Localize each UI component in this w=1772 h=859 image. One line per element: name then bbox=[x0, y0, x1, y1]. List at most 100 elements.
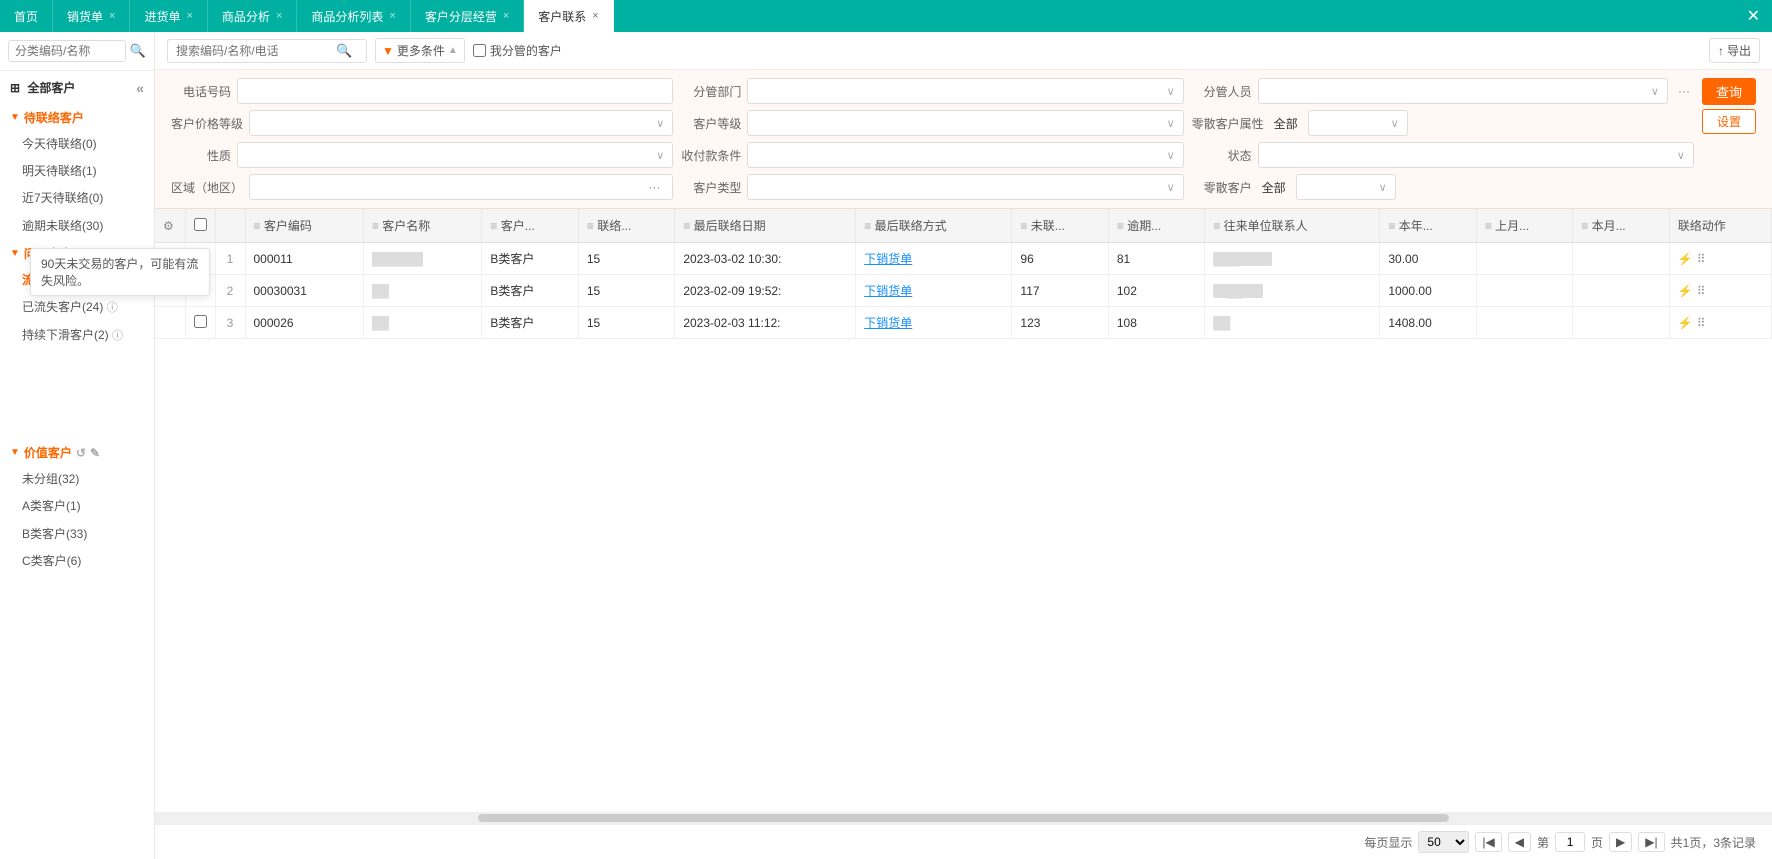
row-this-month bbox=[1573, 275, 1669, 307]
filter-customer-level-select[interactable]: ∨ bbox=[747, 110, 1183, 136]
last-page-button[interactable]: ▶| bbox=[1638, 832, 1664, 852]
window-close-button[interactable]: ✕ bbox=[1735, 6, 1772, 26]
my-customers-checkbox-label[interactable]: 我分管的客户 bbox=[473, 42, 562, 59]
row-last-month bbox=[1476, 275, 1572, 307]
tab-product-list[interactable]: 商品分析列表 × bbox=[297, 0, 410, 32]
contact-method-link[interactable]: 下销货单 bbox=[864, 284, 912, 298]
filter-row-3: 性质 ∨ 收付款条件 ∨ bbox=[171, 142, 1694, 168]
query-button[interactable]: 查询 bbox=[1702, 78, 1756, 105]
sidebar-item-7days[interactable]: 近7天待联络(0) bbox=[0, 185, 154, 212]
contact-method-link[interactable]: 下销货单 bbox=[864, 252, 912, 266]
sidebar-collapse-icon[interactable]: « bbox=[136, 80, 144, 96]
sidebar-item-c-class[interactable]: C类客户(6) bbox=[0, 548, 154, 575]
refresh-icon[interactable]: ↺ bbox=[76, 446, 86, 460]
tab-close-product-analysis[interactable]: × bbox=[276, 10, 282, 22]
sidebar-item-declining[interactable]: 持续下滑客户(2) ⓘ bbox=[0, 322, 154, 350]
contact-icon[interactable]: ⚡ bbox=[1678, 252, 1693, 266]
table-row: 1 000011 ██████ B类客户 15 2023-03-02 10:30… bbox=[155, 243, 1772, 275]
prev-page-button[interactable]: ◀ bbox=[1508, 832, 1531, 852]
contact-method-link[interactable]: 下销货单 bbox=[864, 316, 912, 330]
filter-manager-select[interactable]: ∨ bbox=[1258, 78, 1668, 104]
filter-scatter-attr-select[interactable]: ∨ bbox=[1308, 110, 1408, 136]
tab-customer-tier[interactable]: 客户分层经营 × bbox=[411, 0, 524, 32]
tab-close-customer-contact[interactable]: × bbox=[592, 10, 598, 22]
toolbar-search-input[interactable] bbox=[176, 44, 336, 58]
tab-close-product-list[interactable]: × bbox=[389, 10, 395, 22]
per-page-select[interactable]: 50 100 200 bbox=[1418, 831, 1469, 853]
filter-customer-level-label: 客户等级 bbox=[681, 115, 741, 132]
horizontal-scrollbar[interactable] bbox=[155, 812, 1772, 824]
sidebar-item-tomorrow[interactable]: 明天待联络(1) bbox=[0, 158, 154, 185]
row-last-contact-date: 2023-02-09 19:52: bbox=[675, 275, 856, 307]
row-last-contact-date: 2023-03-02 10:30: bbox=[675, 243, 856, 275]
sidebar-search-input[interactable] bbox=[8, 40, 126, 62]
filter-dept-select[interactable]: ∨ bbox=[747, 78, 1183, 104]
chevron-down-icon-8: ∨ bbox=[1677, 149, 1685, 162]
more-action-icon[interactable]: ⠿ bbox=[1697, 284, 1706, 298]
more-action-icon[interactable]: ⠿ bbox=[1697, 316, 1706, 330]
filter-status-label: 状态 bbox=[1192, 147, 1252, 164]
tab-close-sales[interactable]: × bbox=[109, 10, 115, 22]
filter-nature-select[interactable]: ∨ bbox=[237, 142, 673, 168]
sort-icon-4: ≡ bbox=[587, 219, 594, 233]
filter-retail-select[interactable]: ∨ bbox=[1296, 174, 1396, 200]
filter-price-tier-select[interactable]: ∨ bbox=[249, 110, 673, 136]
sidebar-item-overdue[interactable]: 逾期未联络(30) bbox=[0, 213, 154, 240]
edit-icon[interactable]: ✎ bbox=[90, 446, 100, 460]
main-layout: 🔍 ⊞ 全部客户 « ▼ 待联络客户 今天待联络(0) 明天待联络(1) 近7天… bbox=[0, 32, 1772, 859]
next-page-button[interactable]: ▶ bbox=[1609, 832, 1632, 852]
filter-manager: 分管人员 ∨ ··· bbox=[1192, 78, 1694, 104]
chevron-down-icon-10: ∨ bbox=[1379, 181, 1387, 194]
select-all-checkbox[interactable] bbox=[194, 218, 207, 231]
sidebar-item-b-class[interactable]: B类客户(33) bbox=[0, 521, 154, 548]
filter-customer-type: 客户类型 ∨ bbox=[681, 174, 1183, 200]
filter-row-2: 客户价格等级 ∨ 客户等级 ∨ bbox=[171, 110, 1694, 136]
row-last-month bbox=[1476, 307, 1572, 339]
filter-phone-input[interactable] bbox=[237, 78, 673, 104]
filter-retail-value: 全部 bbox=[1262, 179, 1286, 196]
row-overdue: 81 bbox=[1108, 243, 1204, 275]
sidebar-item-a-class[interactable]: A类客户(1) bbox=[0, 493, 154, 520]
arrow-icon-3: ▼ bbox=[10, 447, 20, 458]
filter-customer-type-select[interactable]: ∨ bbox=[747, 174, 1183, 200]
page-input[interactable] bbox=[1555, 832, 1585, 852]
sidebar-group-pending[interactable]: ▼ 待联络客户 bbox=[0, 104, 154, 131]
filter-region-select[interactable]: ··· bbox=[249, 174, 673, 200]
tab-home[interactable]: 首页 bbox=[0, 0, 53, 32]
sidebar-item-churned[interactable]: 已流失客户(24) ⓘ bbox=[0, 294, 154, 322]
sidebar-all-customers-header[interactable]: ⊞ 全部客户 « bbox=[0, 71, 154, 104]
contact-icon[interactable]: ⚡ bbox=[1678, 316, 1693, 330]
sidebar-item-ungrouped[interactable]: 未分组(32) bbox=[0, 466, 154, 493]
contact-icon[interactable]: ⚡ bbox=[1678, 284, 1693, 298]
filter-payment-select[interactable]: ∨ bbox=[747, 142, 1183, 168]
page-label: 第 bbox=[1537, 834, 1549, 851]
my-customers-checkbox[interactable] bbox=[473, 44, 486, 57]
sidebar-item-today[interactable]: 今天待联络(0) bbox=[0, 131, 154, 158]
row-not-contacted: 117 bbox=[1012, 275, 1108, 307]
tab-sales[interactable]: 销货单 × bbox=[53, 0, 130, 32]
more-conditions-button[interactable]: ▼ 更多条件 ▲ bbox=[375, 38, 465, 63]
tab-purchase[interactable]: 进货单 × bbox=[130, 0, 207, 32]
page-suffix: 页 bbox=[1591, 834, 1603, 851]
filter-scatter-attr-label: 零散客户属性 bbox=[1192, 115, 1264, 132]
settings-button[interactable]: 设置 bbox=[1702, 109, 1756, 134]
tab-close-customer-tier[interactable]: × bbox=[503, 10, 509, 22]
sort-icon-3: ≡ bbox=[490, 219, 497, 233]
tab-customer-contact[interactable]: 客户联系 × bbox=[524, 0, 613, 32]
tab-product-analysis[interactable]: 商品分析 × bbox=[208, 0, 297, 32]
filter-region: 区域（地区） ··· bbox=[171, 174, 673, 200]
tab-close-purchase[interactable]: × bbox=[186, 10, 192, 22]
export-button[interactable]: ↑ 导出 bbox=[1709, 38, 1760, 63]
sidebar-group-value[interactable]: ▼ 价值客户 ↺ ✎ bbox=[0, 439, 154, 466]
row-contact-action-cell: ⚡ ⠿ bbox=[1669, 275, 1771, 307]
more-action-icon[interactable]: ⠿ bbox=[1697, 252, 1706, 266]
filter-more-icon[interactable]: ··· bbox=[1674, 84, 1694, 98]
filter-region-more[interactable]: ··· bbox=[644, 180, 664, 194]
first-page-button[interactable]: |◀ bbox=[1475, 832, 1501, 852]
row-contact-count: 15 bbox=[578, 275, 674, 307]
scrollbar-thumb[interactable] bbox=[478, 814, 1448, 822]
row-customer-name: ██ bbox=[363, 275, 481, 307]
settings-gear-icon[interactable]: ⚙ bbox=[163, 219, 174, 233]
filter-status-select[interactable]: ∨ bbox=[1258, 142, 1694, 168]
row-checkbox[interactable] bbox=[194, 315, 207, 328]
